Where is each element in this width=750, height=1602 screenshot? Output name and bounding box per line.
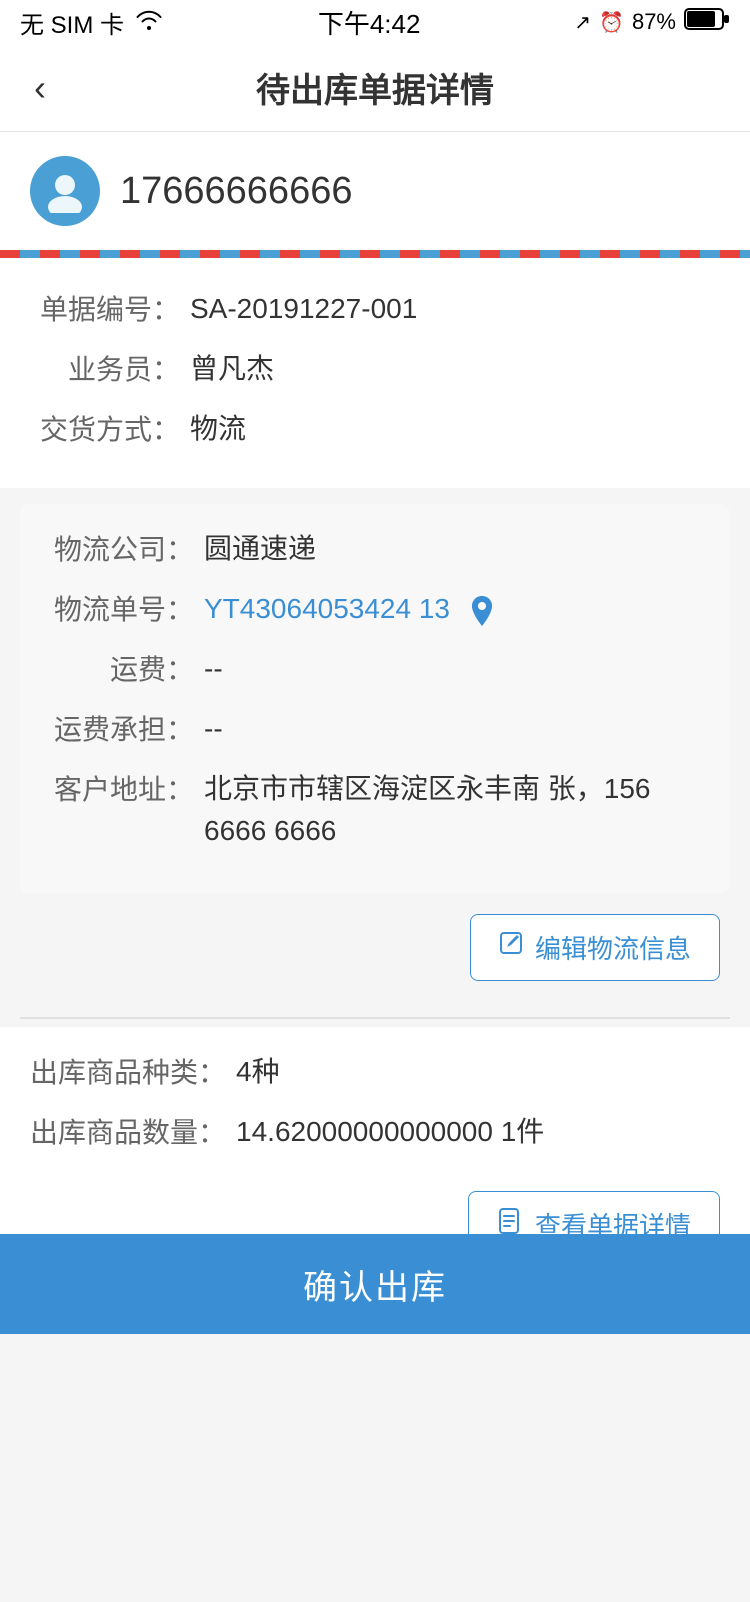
section-separator — [0, 1001, 750, 1017]
status-right: ↗ ⏰ 87% — [574, 7, 730, 37]
confirm-outbound-button[interactable]: 确认出库 — [303, 1260, 447, 1309]
location-status-icon: ↗ — [574, 10, 591, 35]
edit-logistics-btn-wrap: 编辑物流信息 — [0, 914, 750, 1001]
confirm-btn-wrap: 确认出库 — [0, 1234, 750, 1334]
freight-value: -- — [204, 648, 706, 690]
stock-quantity-value: 14.62000000000000 1件 — [236, 1111, 720, 1153]
tracking-row: 物流单号： YT43064053424 13 — [44, 588, 706, 630]
alarm-icon: ⏰ — [599, 10, 624, 35]
freight-bear-label: 运费承担： — [44, 708, 204, 748]
edit-logistics-button[interactable]: 编辑物流信息 — [470, 914, 720, 981]
document-info-section: 单据编号： SA-20191227-001 业务员： 曾凡杰 交货方式： 物流 — [0, 258, 750, 488]
stock-info-section: 出库商品种类： 4种 出库商品数量： 14.62000000000000 1件 — [0, 1027, 750, 1191]
customer-section: 17666666666 — [0, 132, 750, 250]
logistics-company-label: 物流公司： — [44, 528, 204, 568]
stock-quantity-label: 出库商品数量： — [30, 1111, 236, 1151]
customer-phone: 17666666666 — [120, 170, 352, 213]
address-row: 客户地址： 北京市市辖区海淀区永丰南 张，156 6666 6666 — [44, 768, 706, 852]
edit-icon — [499, 931, 525, 964]
carrier-label: 无 SIM 卡 — [20, 5, 124, 40]
freight-bear-row: 运费承担： -- — [44, 708, 706, 750]
delivery-label: 交货方式： — [30, 408, 190, 448]
content-area: 17666666666 单据编号： SA-20191227-001 业务员： 曾… — [0, 132, 750, 1602]
edit-logistics-label: 编辑物流信息 — [535, 929, 691, 966]
salesman-row: 业务员： 曾凡杰 — [30, 348, 720, 390]
doc-number-row: 单据编号： SA-20191227-001 — [30, 288, 720, 330]
tracking-value: YT43064053424 13 — [204, 588, 450, 630]
nav-bar: ‹ 待出库单据详情 — [0, 44, 750, 132]
delivery-value: 物流 — [190, 408, 720, 450]
tracking-label: 物流单号： — [44, 588, 204, 628]
battery-icon — [684, 7, 730, 37]
freight-bear-value: -- — [204, 708, 706, 750]
avatar — [30, 156, 100, 226]
location-pin-icon[interactable] — [464, 591, 500, 627]
freight-label: 运费： — [44, 648, 204, 688]
time-display: 下午4:42 — [318, 4, 421, 41]
stock-types-label: 出库商品种类： — [30, 1051, 236, 1091]
wifi-icon — [134, 8, 164, 37]
salesman-label: 业务员： — [30, 348, 190, 388]
logistics-company-value: 圆通速递 — [204, 528, 706, 570]
status-bar: 无 SIM 卡 下午4:42 ↗ ⏰ 87% — [0, 0, 750, 44]
freight-row: 运费： -- — [44, 648, 706, 690]
battery-percent: 87% — [632, 9, 676, 35]
doc-number-value: SA-20191227-001 — [190, 288, 720, 330]
address-label: 客户地址： — [44, 768, 204, 808]
stock-types-row: 出库商品种类： 4种 — [30, 1051, 720, 1093]
back-button[interactable]: ‹ — [24, 57, 56, 119]
dashed-divider — [0, 250, 750, 258]
address-value: 北京市市辖区海淀区永丰南 张，156 6666 6666 — [204, 768, 706, 852]
page-title: 待出库单据详情 — [256, 63, 494, 112]
separator-bottom — [0, 1019, 750, 1027]
delivery-row: 交货方式： 物流 — [30, 408, 720, 450]
logistics-company-row: 物流公司： 圆通速递 — [44, 528, 706, 570]
tracking-value-wrap: YT43064053424 13 — [204, 588, 500, 630]
doc-number-label: 单据编号： — [30, 288, 190, 328]
status-left: 无 SIM 卡 — [20, 5, 164, 40]
stock-quantity-row: 出库商品数量： 14.62000000000000 1件 — [30, 1111, 720, 1153]
stock-types-value: 4种 — [236, 1051, 720, 1093]
logistics-card: 物流公司： 圆通速递 物流单号： YT43064053424 13 运费： --… — [20, 504, 730, 894]
salesman-value: 曾凡杰 — [190, 348, 720, 390]
